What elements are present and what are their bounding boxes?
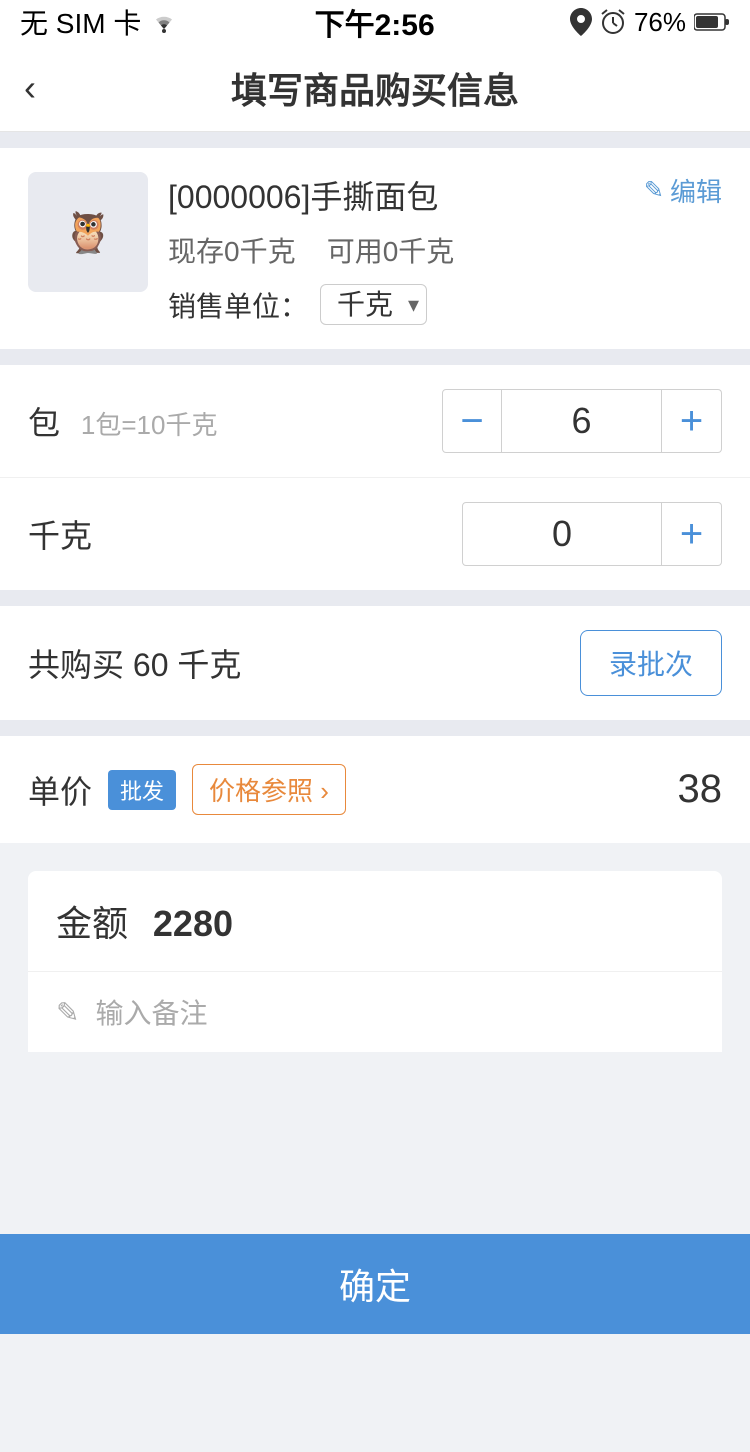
remark-row[interactable]: ✎ 输入备注 — [28, 971, 722, 1052]
status-bar: 无 SIM 卡 下午2:56 76% — [0, 0, 750, 44]
summary-section: 共购买 60 千克 录批次 — [0, 606, 750, 720]
bag-input-row: 包 1包=10千克 − + — [0, 365, 750, 478]
amount-section: 金额 2280 ✎ 输入备注 — [0, 843, 750, 1052]
battery-icon — [694, 12, 730, 32]
kg-input-row: 千克 + — [0, 478, 750, 590]
record-button[interactable]: 录批次 — [580, 630, 722, 696]
status-carrier: 无 SIM 卡 — [20, 2, 179, 42]
page-title: 填写商品购买信息 — [231, 62, 519, 114]
nav-bar: ‹ 填写商品购买信息 — [0, 44, 750, 132]
kg-quantity-input[interactable] — [462, 502, 662, 566]
edit-button[interactable]: ✎ 编辑 — [644, 172, 722, 209]
bag-minus-button[interactable]: − — [442, 389, 502, 453]
section-sep-2 — [0, 590, 750, 606]
price-value: 38 — [678, 767, 723, 812]
product-unit: 销售单位： 千克 — [168, 284, 722, 325]
confirm-button-label: 确定 — [339, 1258, 411, 1310]
price-tag: 批发 — [108, 770, 176, 810]
summary-text: 共购买 60 千克 — [28, 640, 241, 686]
product-logo: 🦉 — [63, 209, 113, 256]
bag-qty-control: − + — [442, 389, 722, 453]
wifi-icon — [149, 11, 179, 33]
confirm-bar[interactable]: 确定 — [0, 1234, 750, 1334]
price-ref-button[interactable]: 价格参照 › — [192, 764, 346, 815]
section-sep-3 — [0, 720, 750, 736]
section-sep-1 — [0, 349, 750, 365]
status-right: 76% — [570, 7, 730, 38]
product-info: [0000006]手撕面包 现存0千克 可用0千克 销售单位： 千克 — [168, 172, 722, 325]
amount-value: 2280 — [153, 903, 233, 944]
pencil-icon: ✎ — [56, 996, 79, 1029]
price-label: 单价 — [28, 767, 92, 813]
battery-level: 76% — [634, 7, 686, 38]
back-button[interactable]: ‹ — [24, 67, 36, 109]
remark-placeholder: 输入备注 — [95, 992, 207, 1032]
top-divider — [0, 132, 750, 148]
product-image: 🦉 — [28, 172, 148, 292]
bag-quantity-input[interactable] — [502, 389, 662, 453]
kg-label: 千克 — [28, 511, 462, 557]
bag-plus-button[interactable]: + — [662, 389, 722, 453]
bag-sub-label: 1包=10千克 — [81, 410, 218, 440]
summary-row: 共购买 60 千克 录批次 — [0, 606, 750, 720]
price-row: 单价 批发 价格参照 › 38 — [0, 736, 750, 843]
input-section: 包 1包=10千克 − + 千克 + — [0, 365, 750, 590]
product-card: 🦉 [0000006]手撕面包 现存0千克 可用0千克 销售单位： 千克 ✎ 编… — [0, 148, 750, 349]
kg-qty-control: + — [462, 502, 722, 566]
kg-plus-button[interactable]: + — [662, 502, 722, 566]
amount-row: 金额 2280 — [28, 871, 722, 971]
product-name: [0000006]手撕面包 — [168, 172, 722, 218]
unit-select-wrapper[interactable]: 千克 — [320, 284, 427, 325]
location-icon — [570, 8, 592, 36]
alarm-icon — [600, 8, 626, 36]
status-time: 下午2:56 — [315, 0, 435, 44]
bag-label: 包 1包=10千克 — [28, 398, 442, 444]
edit-icon: ✎ — [644, 176, 664, 205]
product-stock: 现存0千克 可用0千克 — [168, 230, 722, 270]
price-section: 单价 批发 价格参照 › 38 — [0, 736, 750, 843]
amount-label: 金额 — [56, 903, 128, 944]
unit-select[interactable]: 千克 — [320, 284, 427, 325]
